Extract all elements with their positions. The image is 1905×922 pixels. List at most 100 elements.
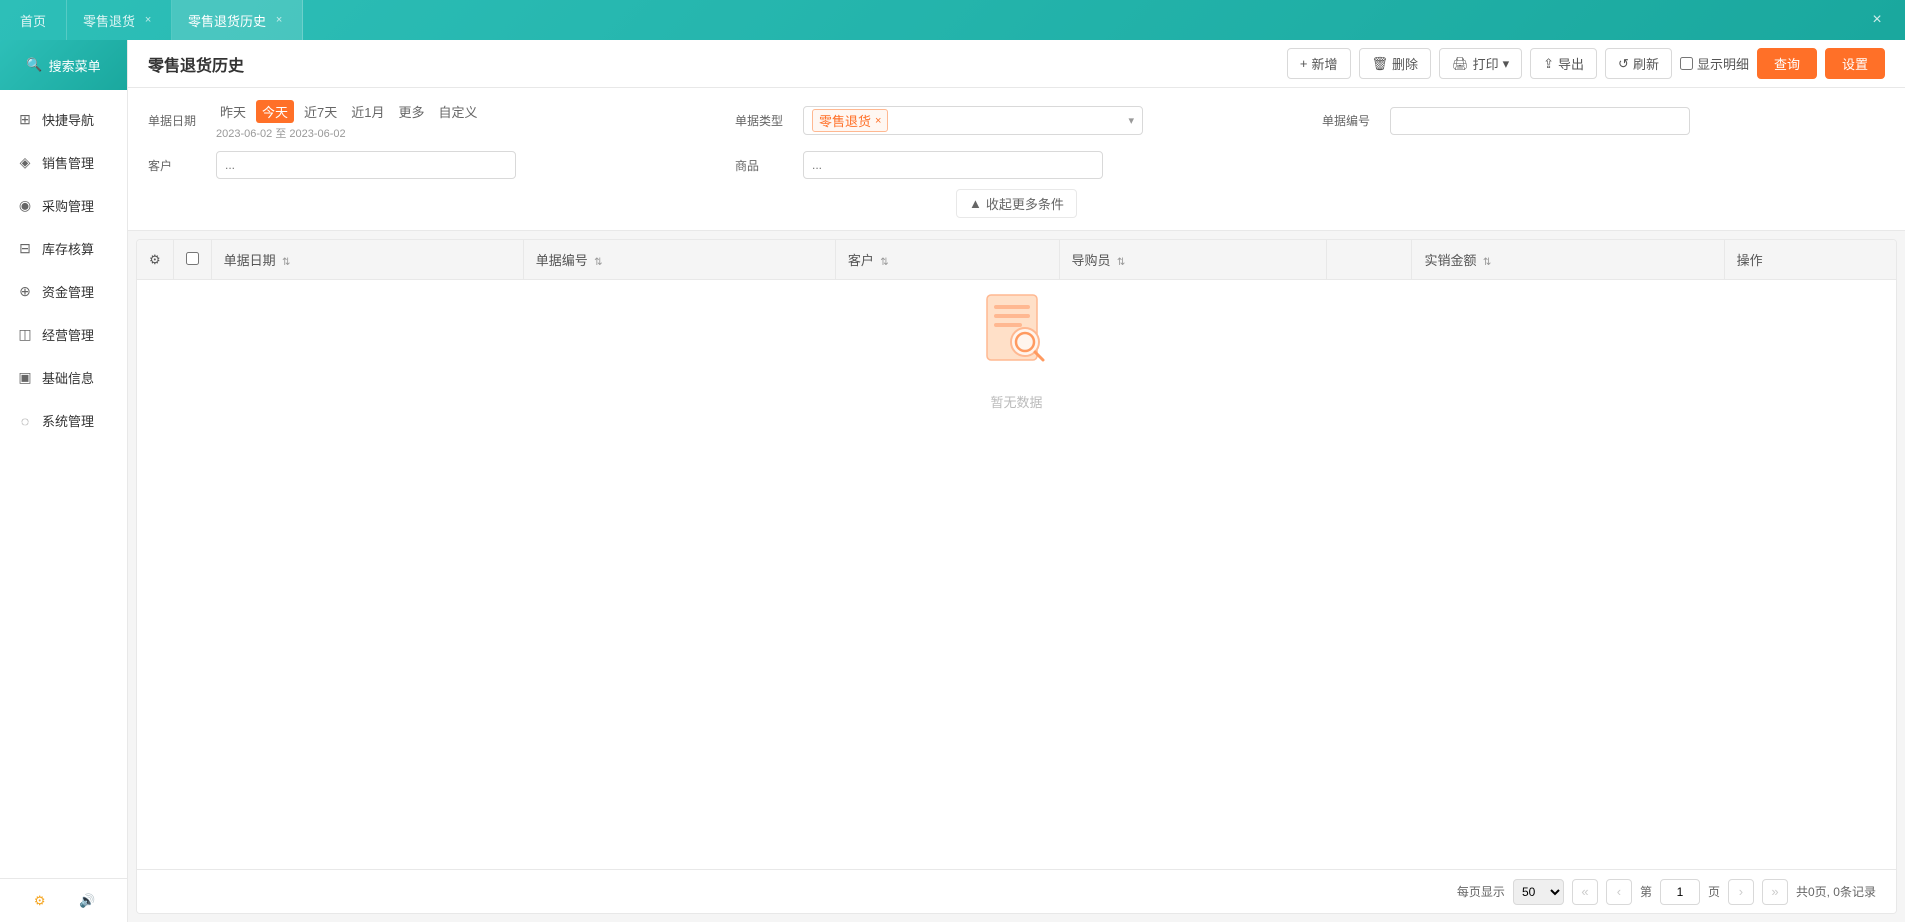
print-button[interactable]: 🖨 打印 ▾ — [1439, 48, 1522, 79]
add-button[interactable]: + 新增 — [1287, 48, 1351, 79]
export-button[interactable]: ⇪ 导出 — [1530, 48, 1597, 79]
prev-page-button[interactable]: ‹ — [1606, 879, 1632, 905]
sidebar-item-operations[interactable]: ◫ 经营管理 — [0, 313, 127, 356]
system-icon: ◌ — [16, 412, 34, 430]
show-detail-label: 显示明细 — [1697, 54, 1749, 73]
customer-filter-field: 客户 — [148, 151, 711, 179]
tab-list: 首页 零售退货 × 零售退货历史 × — [0, 0, 1865, 40]
date-filter-field: 单据日期 昨天 今天 近7天 近1月 更多 自定义 2023-06-02 至 2… — [148, 100, 711, 141]
sidebar-item-purchase-label: 采购管理 — [42, 196, 94, 215]
th-guide-sort-icon: ⇅ — [1117, 257, 1125, 268]
per-page-select[interactable]: 20 50 100 200 — [1513, 879, 1564, 905]
page-label-pre: 第 — [1640, 883, 1652, 900]
page-input[interactable] — [1660, 879, 1700, 905]
th-settings[interactable]: ⚙ — [137, 240, 173, 280]
sidebar-nav: ⊞ 快捷导航 ◈ 销售管理 ◉ 采购管理 ⊟ 库存核算 ⊕ 资金管理 ◫ 经营管… — [0, 90, 127, 878]
date-shortcut-custom[interactable]: 自定义 — [435, 100, 482, 123]
next-page-button[interactable]: › — [1728, 879, 1754, 905]
filter-row-1: 单据日期 昨天 今天 近7天 近1月 更多 自定义 2023-06-02 至 2… — [148, 100, 1885, 141]
th-doc-date[interactable]: 单据日期 ⇅ — [211, 240, 523, 280]
doc-type-arrow-icon: ▾ — [1128, 114, 1134, 127]
th-customer[interactable]: 客户 ⇅ — [835, 240, 1059, 280]
tab-retail-return-history-close[interactable]: × — [272, 13, 286, 27]
first-page-icon: « — [1581, 884, 1588, 899]
sidebar-item-finance-label: 资金管理 — [42, 282, 94, 301]
volume-icon: 🔊 — [79, 893, 95, 909]
doc-type-select[interactable]: 零售退货 × ▾ — [803, 106, 1143, 135]
doc-no-label: 单据编号 — [1322, 112, 1382, 129]
tab-retail-return[interactable]: 零售退货 × — [67, 0, 172, 40]
basic-info-icon: ▣ — [16, 369, 34, 387]
show-detail-checkbox[interactable] — [1680, 57, 1693, 70]
page-actions: + 新增 🗑 删除 🖨 打印 ▾ ⇪ 导出 ↺ 刷新 — [1287, 48, 1885, 79]
query-button[interactable]: 查询 — [1757, 48, 1817, 79]
collapse-button[interactable]: ▲ 收起更多条件 — [956, 189, 1077, 218]
sidebar-item-purchase-mgmt[interactable]: ◉ 采购管理 — [0, 184, 127, 227]
settings-button[interactable]: 设置 — [1825, 48, 1885, 79]
last-page-button[interactable]: » — [1762, 879, 1788, 905]
sidebar-item-inventory-label: 库存核算 — [42, 239, 94, 258]
table-wrapper: ⚙ 单据日期 ⇅ 单据编号 ⇅ — [137, 240, 1896, 869]
sidebar-item-finance[interactable]: ⊕ 资金管理 — [0, 270, 127, 313]
collapse-label: 收起更多条件 — [986, 194, 1064, 213]
th-doc-no-label: 单据编号 — [536, 253, 588, 268]
first-page-button[interactable]: « — [1572, 879, 1598, 905]
date-shortcut-today[interactable]: 今天 — [256, 100, 294, 123]
sidebar-item-sales-label: 销售管理 — [42, 153, 94, 172]
goods-label: 商品 — [735, 157, 795, 174]
date-shortcut-yesterday[interactable]: 昨天 — [216, 100, 250, 123]
print-label: 打印 — [1473, 54, 1499, 73]
doc-type-tag-remove[interactable]: × — [875, 115, 881, 127]
refresh-button[interactable]: ↺ 刷新 — [1605, 48, 1672, 79]
th-actions: 操作 — [1724, 240, 1896, 280]
sidebar-item-basic-info[interactable]: ▣ 基础信息 — [0, 356, 127, 399]
volume-button[interactable]: 🔊 — [72, 886, 102, 916]
tab-retail-return-close[interactable]: × — [141, 13, 155, 27]
th-amount[interactable]: 实销金额 ⇅ — [1412, 240, 1724, 280]
show-detail-checkbox-wrapper[interactable]: 显示明细 — [1680, 54, 1749, 73]
th-checkbox[interactable] — [173, 240, 211, 280]
date-shortcut-7days[interactable]: 近7天 — [300, 100, 341, 123]
content-area: 零售退货历史 + 新增 🗑 删除 🖨 打印 ▾ ⇪ 导出 — [128, 40, 1905, 922]
th-guide[interactable]: 导购员 ⇅ — [1059, 240, 1327, 280]
sidebar-search[interactable]: 🔍 搜索菜单 — [0, 40, 127, 90]
top-bar: 首页 零售退货 × 零售退货历史 × × — [0, 0, 1905, 40]
doc-no-input[interactable] — [1390, 107, 1690, 135]
print-arrow-icon: ▾ — [1503, 56, 1510, 72]
page-summary: 共0页, 0条记录 — [1796, 883, 1876, 900]
date-range-display: 2023-06-02 至 2023-06-02 — [216, 125, 482, 141]
goods-input[interactable] — [803, 151, 1103, 179]
empty-state-text: 暂无数据 — [990, 392, 1042, 411]
th-doc-no[interactable]: 单据编号 ⇅ — [523, 240, 835, 280]
th-doc-date-label: 单据日期 — [224, 253, 276, 268]
select-all-checkbox[interactable] — [186, 252, 199, 265]
sidebar-item-quick-nav[interactable]: ⊞ 快捷导航 — [0, 98, 127, 141]
operations-icon: ◫ — [16, 326, 34, 344]
refresh-label: 刷新 — [1633, 54, 1659, 73]
tab-home[interactable]: 首页 — [0, 0, 67, 40]
purchase-icon: ◉ — [16, 197, 34, 215]
th-doc-date-sort-icon: ⇅ — [282, 257, 290, 268]
settings-bottom-button[interactable]: ⚙ — [25, 886, 55, 916]
main-layout: 🔍 搜索菜单 ⊞ 快捷导航 ◈ 销售管理 ◉ 采购管理 ⊟ 库存核算 ⊕ 资金管 — [0, 40, 1905, 922]
last-page-icon: » — [1771, 884, 1778, 899]
date-shortcut-1month[interactable]: 近1月 — [347, 100, 388, 123]
sidebar-item-inventory[interactable]: ⊟ 库存核算 — [0, 227, 127, 270]
doc-type-tag: 零售退货 × — [812, 109, 888, 132]
column-settings-icon[interactable]: ⚙ — [149, 252, 161, 267]
settings-bottom-icon: ⚙ — [34, 893, 46, 909]
date-shortcuts-wrapper: 昨天 今天 近7天 近1月 更多 自定义 2023-06-02 至 2023-0… — [216, 100, 482, 141]
sidebar-item-sales-mgmt[interactable]: ◈ 销售管理 — [0, 141, 127, 184]
delete-icon: 🗑 — [1372, 56, 1389, 72]
delete-button[interactable]: 🗑 删除 — [1359, 48, 1432, 79]
per-page-label: 每页显示 — [1457, 883, 1505, 900]
doc-type-tag-value: 零售退货 — [819, 111, 871, 130]
sidebar-item-system-mgmt[interactable]: ◌ 系统管理 — [0, 399, 127, 442]
date-shortcut-more[interactable]: 更多 — [395, 100, 429, 123]
sidebar: 🔍 搜索菜单 ⊞ 快捷导航 ◈ 销售管理 ◉ 采购管理 ⊟ 库存核算 ⊕ 资金管 — [0, 40, 128, 922]
pagination: 每页显示 20 50 100 200 « ‹ 第 页 › — [137, 869, 1896, 913]
customer-input[interactable] — [216, 151, 516, 179]
tab-home-label: 首页 — [20, 11, 46, 30]
tab-retail-return-history[interactable]: 零售退货历史 × — [172, 0, 303, 40]
window-close-button[interactable]: × — [1865, 8, 1889, 32]
